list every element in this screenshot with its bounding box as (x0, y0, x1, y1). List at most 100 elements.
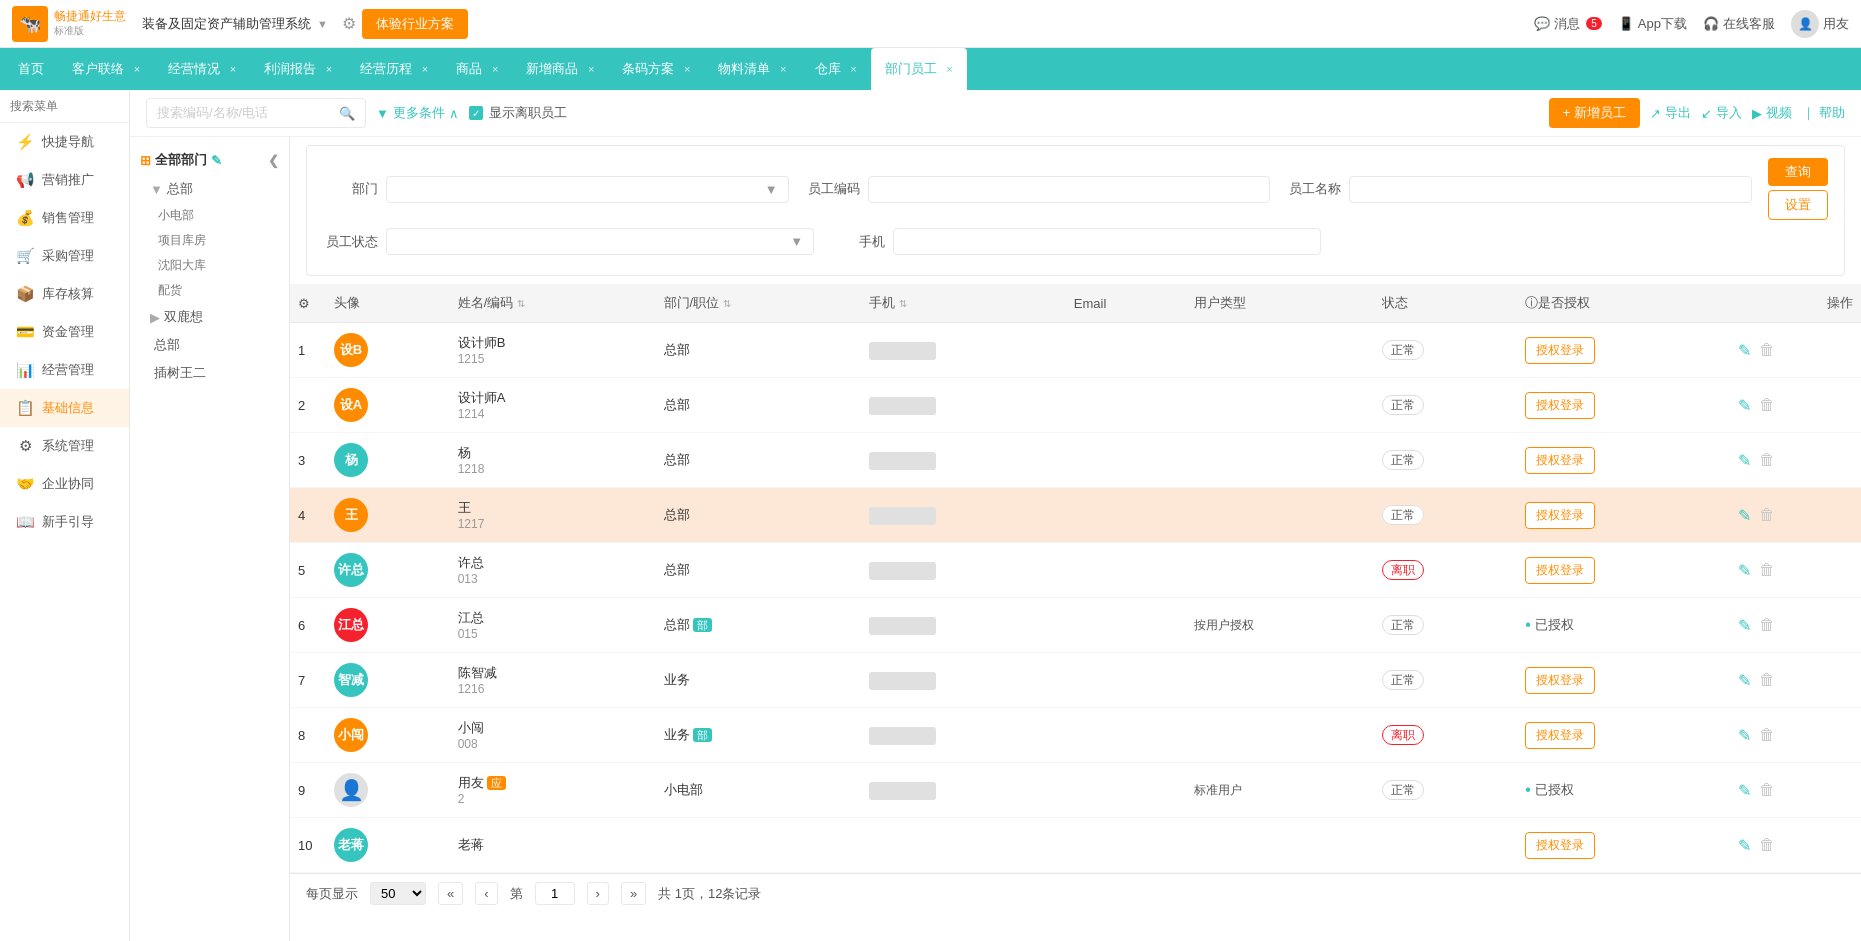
view-button[interactable]: ▶ 视频 (1752, 104, 1792, 122)
delete-btn[interactable]: 🗑 (1759, 781, 1775, 799)
first-page-btn[interactable]: « (438, 882, 463, 905)
sidebar-item-marketing[interactable]: 📢 营销推广 (0, 161, 129, 199)
col-dept[interactable]: 部门/职位 ⇅ (656, 284, 862, 323)
empcode-filter-input[interactable] (868, 176, 1271, 203)
page-size-select[interactable]: 50 100 200 (370, 882, 426, 905)
tab-employee[interactable]: 部门员工 × (871, 48, 967, 90)
dept-collapse-icon[interactable]: ❮ (268, 153, 279, 168)
close-icon[interactable]: × (326, 63, 332, 75)
delete-btn[interactable]: 🗑 (1759, 451, 1775, 469)
import-button[interactable]: ↙ 导入 (1701, 104, 1742, 122)
tab-process[interactable]: 经营历程 × (346, 48, 442, 90)
edit-btn[interactable]: ✎ (1738, 836, 1751, 855)
close-icon[interactable]: × (422, 63, 428, 75)
page-number-input[interactable] (535, 882, 575, 905)
sidebar-item-system[interactable]: ⚙ 系统管理 (0, 427, 129, 465)
gear-icon[interactable]: ⚙ (342, 14, 356, 33)
close-icon[interactable]: × (492, 63, 498, 75)
dept-header[interactable]: ⊞ 全部部门 ✎ ❮ (130, 145, 289, 175)
export-button[interactable]: ↗ 导出 (1650, 104, 1691, 122)
tab-barcode[interactable]: 条码方案 × (608, 48, 704, 90)
close-icon[interactable]: × (780, 63, 786, 75)
close-icon[interactable]: × (946, 63, 952, 75)
edit-btn[interactable]: ✎ (1738, 781, 1751, 800)
tab-home[interactable]: 首页 (4, 48, 58, 90)
auth-login-btn[interactable]: 授权登录 (1525, 337, 1595, 364)
help-button[interactable]: ｜ 帮助 (1802, 104, 1845, 122)
edit-btn[interactable]: ✎ (1738, 616, 1751, 635)
delete-btn[interactable]: 🗑 (1759, 616, 1775, 634)
sys-dropdown-icon[interactable]: ▼ (317, 18, 328, 30)
tab-goods[interactable]: 商品 × (442, 48, 512, 90)
edit-btn[interactable]: ✎ (1738, 341, 1751, 360)
delete-btn[interactable]: 🗑 (1759, 561, 1775, 579)
tab-customer[interactable]: 客户联络 × (58, 48, 154, 90)
col-phone[interactable]: 手机 ⇅ (861, 284, 1065, 323)
delete-btn[interactable]: 🗑 (1759, 726, 1775, 744)
close-icon[interactable]: × (850, 63, 856, 75)
sidebar-item-purchase[interactable]: 🛒 采购管理 (0, 237, 129, 275)
close-icon[interactable]: × (230, 63, 236, 75)
delete-btn[interactable]: 🗑 (1759, 341, 1775, 359)
dept-edit-icon[interactable]: ✎ (211, 153, 222, 168)
close-icon[interactable]: × (588, 63, 594, 75)
auth-login-btn[interactable]: 授权登录 (1525, 447, 1595, 474)
delete-btn[interactable]: 🗑 (1759, 506, 1775, 524)
tab-bom[interactable]: 物料清单 × (704, 48, 800, 90)
search-filter[interactable]: 搜索编码/名称/电话 🔍 (146, 98, 366, 128)
sidebar-search-input[interactable] (10, 99, 130, 113)
auth-login-btn[interactable]: 授权登录 (1525, 832, 1595, 859)
edit-btn[interactable]: ✎ (1738, 671, 1751, 690)
sidebar-item-finance[interactable]: 💳 资金管理 (0, 313, 129, 351)
sidebar-item-sales[interactable]: 💰 销售管理 (0, 199, 129, 237)
empstatus-filter-select[interactable]: ▼ (386, 228, 814, 255)
dept-child-xiaodian[interactable]: 小电部 (130, 203, 289, 228)
user-area[interactable]: 👤 用友 (1791, 10, 1849, 38)
edit-btn[interactable]: ✎ (1738, 726, 1751, 745)
sidebar-item-guide[interactable]: 📖 新手引导 (0, 503, 129, 541)
delete-btn[interactable]: 🗑 (1759, 396, 1775, 414)
next-page-btn[interactable]: › (587, 882, 609, 905)
close-icon[interactable]: × (684, 63, 690, 75)
settings-icon[interactable]: ⚙ (298, 296, 310, 311)
auth-login-btn[interactable]: 授权登录 (1525, 392, 1595, 419)
close-icon[interactable]: × (134, 63, 140, 75)
online-service-btn[interactable]: 🎧 在线客服 (1703, 15, 1775, 33)
tab-profit[interactable]: 利润报告 × (250, 48, 346, 90)
dept-node-zongbu[interactable]: 总部 (130, 331, 289, 359)
sidebar-item-operation[interactable]: 📊 经营管理 (0, 351, 129, 389)
app-download-btn[interactable]: 📱 App下载 (1618, 15, 1687, 33)
edit-btn[interactable]: ✎ (1738, 396, 1751, 415)
tab-warehouse[interactable]: 仓库 × (801, 48, 871, 90)
auth-login-btn[interactable]: 授权登录 (1525, 502, 1595, 529)
col-name[interactable]: 姓名/编码 ⇅ (450, 284, 656, 323)
sidebar-item-inventory[interactable]: 📦 库存核算 (0, 275, 129, 313)
resigned-checkbox[interactable]: ✓ (469, 106, 483, 120)
sidebar-item-basic[interactable]: 📋 基础信息 (0, 389, 129, 427)
setting-button[interactable]: 设置 (1768, 190, 1828, 220)
auth-login-btn[interactable]: 授权登录 (1525, 557, 1595, 584)
query-button[interactable]: 查询 (1768, 158, 1828, 186)
delete-btn[interactable]: 🗑 (1759, 836, 1775, 854)
add-employee-button[interactable]: + 新增员工 (1549, 98, 1640, 128)
phone-filter-input[interactable] (893, 228, 1321, 255)
auth-login-btn[interactable]: 授权登录 (1525, 722, 1595, 749)
tab-operation[interactable]: 经营情况 × (154, 48, 250, 90)
col-settings[interactable]: ⚙ (290, 284, 326, 323)
show-resigned-toggle[interactable]: ✓ 显示离职员工 (469, 104, 567, 122)
delete-btn[interactable]: 🗑 (1759, 671, 1775, 689)
edit-btn[interactable]: ✎ (1738, 506, 1751, 525)
auth-login-btn[interactable]: 授权登录 (1525, 667, 1595, 694)
edit-btn[interactable]: ✎ (1738, 451, 1751, 470)
dept-node-general-label[interactable]: ▼ 总部 (130, 175, 289, 203)
dept-child-delivery[interactable]: 配货 (130, 278, 289, 303)
dept-node-general[interactable]: ▼ 总部 小电部 项目库房 沈阳大库 配货 (130, 175, 289, 303)
dept-node-chashuwang[interactable]: 插树王二 (130, 359, 289, 387)
dept-node-shuanglu[interactable]: ▶ 双鹿想 (130, 303, 289, 331)
dept-child-shenyang[interactable]: 沈阳大库 (130, 253, 289, 278)
last-page-btn[interactable]: » (621, 882, 646, 905)
dept-child-project[interactable]: 项目库房 (130, 228, 289, 253)
message-btn[interactable]: 💬 消息 5 (1534, 15, 1602, 33)
sidebar-item-quick[interactable]: ⚡ 快捷导航 (0, 123, 129, 161)
edit-btn[interactable]: ✎ (1738, 561, 1751, 580)
